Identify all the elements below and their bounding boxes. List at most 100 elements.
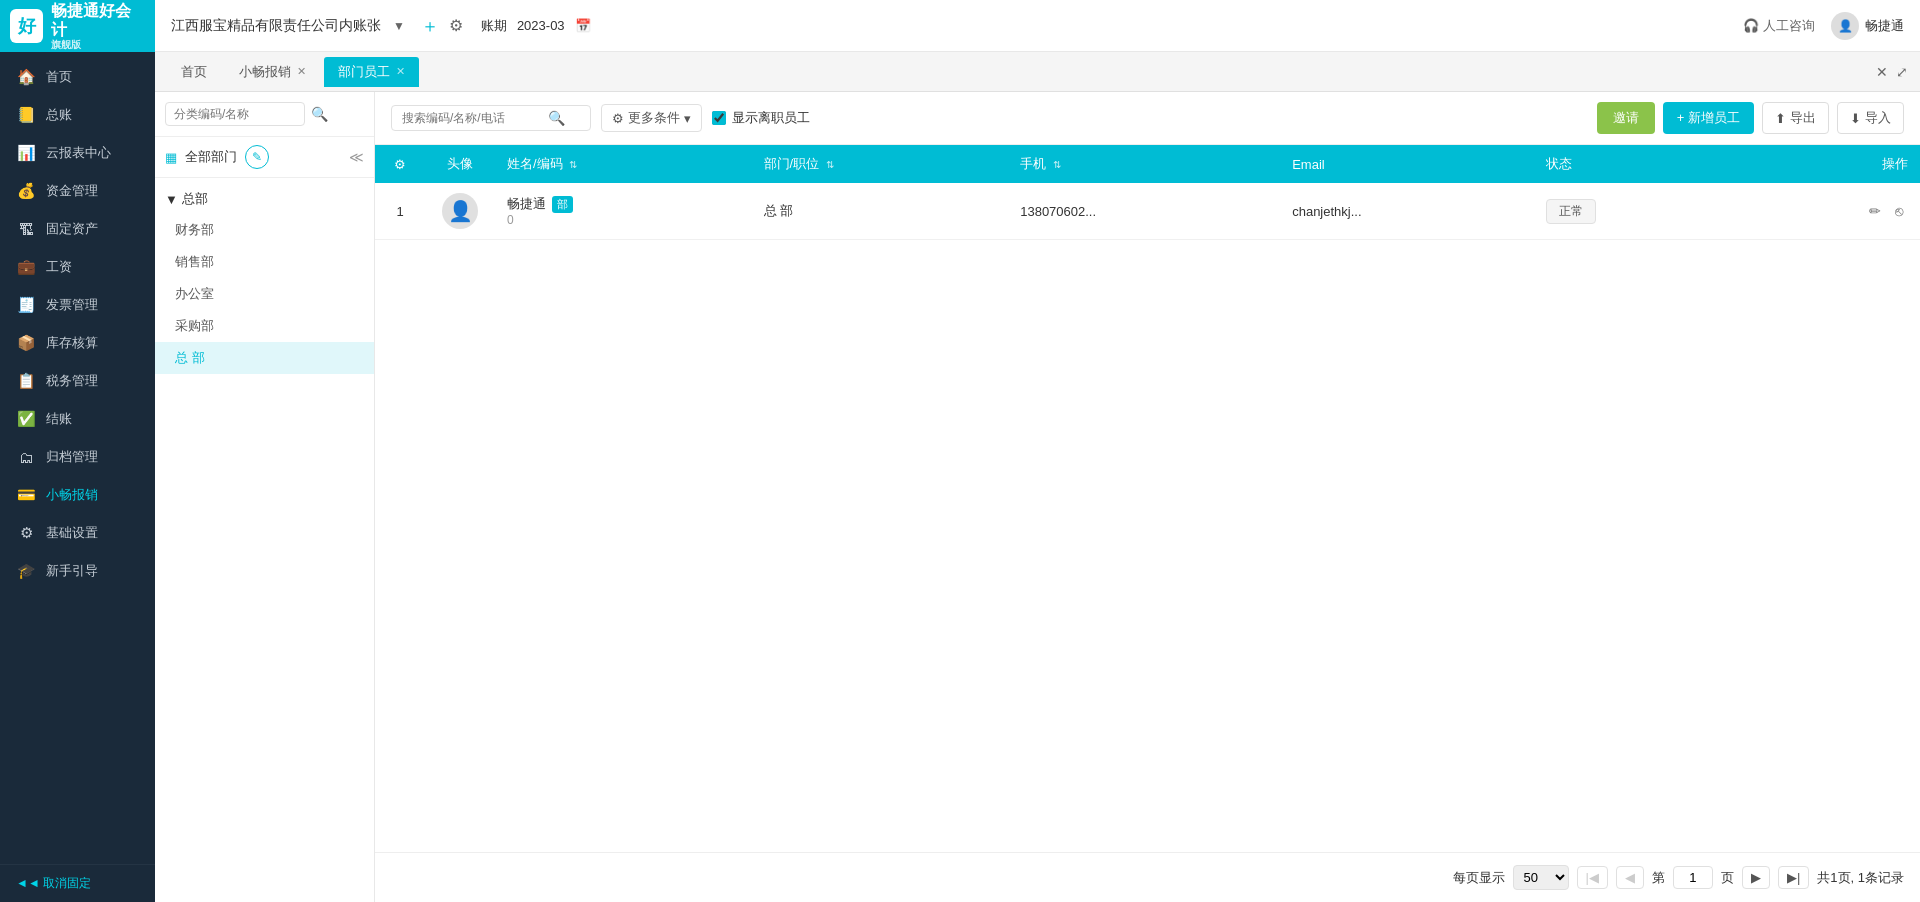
logout-employee-button[interactable]: ⎋ xyxy=(1890,201,1908,221)
show-resigned-checkbox[interactable] xyxy=(712,111,726,125)
per-page-label: 每页显示 xyxy=(1453,869,1505,887)
tab-expand-button[interactable]: ⤢ xyxy=(1896,64,1908,80)
xiao-chang-icon: 💳 xyxy=(16,486,36,504)
prev-page-button[interactable]: ◀ xyxy=(1616,866,1644,889)
col-phone[interactable]: 手机 ⇅ xyxy=(1008,145,1280,183)
period-label: 账期 xyxy=(481,17,507,35)
dept-header: ▦ 全部部门 ✎ ≪ xyxy=(155,137,374,178)
dept-search-icon[interactable]: 🔍 xyxy=(311,106,328,122)
employee-search-input[interactable] xyxy=(402,111,542,125)
avatar-image: 👤 xyxy=(442,193,478,229)
page-label: 第 xyxy=(1652,869,1665,887)
page-input[interactable] xyxy=(1673,866,1713,889)
dept-item-zongbu[interactable]: 总 部 xyxy=(155,342,374,374)
sidebar-item-reports[interactable]: 📊 云报表中心 xyxy=(0,134,155,172)
invoice-icon: 🧾 xyxy=(16,296,36,314)
employee-table-wrap: ⚙ 头像 姓名/编码 ⇅ 部门/职位 ⇅ 手机 xyxy=(375,145,1920,852)
department-panel: 🔍 ▦ 全部部门 ✎ ≪ ▼ 总部 财务部 销售部 xyxy=(155,92,375,902)
add-company-button[interactable]: ＋ xyxy=(421,14,439,38)
edit-employee-button[interactable]: ✏ xyxy=(1864,201,1886,221)
employee-search-icon[interactable]: 🔍 xyxy=(548,110,565,126)
sidebar-item-archive[interactable]: 🗂 归档管理 xyxy=(0,438,155,476)
invite-button[interactable]: 邀请 xyxy=(1597,102,1655,134)
headset-icon: 🎧 xyxy=(1743,18,1759,33)
sidebar-item-general-ledger[interactable]: 📒 总账 xyxy=(0,96,155,134)
employee-search-box: 🔍 xyxy=(391,105,591,131)
import-icon: ⬇ xyxy=(1850,111,1861,126)
reports-icon: 📊 xyxy=(16,144,36,162)
user-menu[interactable]: 👤 畅捷通 xyxy=(1831,12,1904,40)
tab-close-xiao-chang[interactable]: ✕ xyxy=(297,65,306,78)
col-email: Email xyxy=(1280,145,1534,183)
dept-collapse-button[interactable]: ≪ xyxy=(349,149,364,165)
logo-icon: 好 xyxy=(10,9,43,43)
export-button[interactable]: ⬆ 导出 xyxy=(1762,102,1829,134)
cell-avatar: 👤 xyxy=(425,183,495,240)
col-action: 操作 xyxy=(1736,145,1920,183)
settings-icon: ⚙ xyxy=(16,524,36,542)
tab-close-all-button[interactable]: ✕ xyxy=(1876,64,1888,80)
cell-index: 1 xyxy=(375,183,425,240)
col-avatar: 头像 xyxy=(425,145,495,183)
sidebar-item-invoice[interactable]: 🧾 发票管理 xyxy=(0,286,155,324)
tabs-actions: ✕ ⤢ xyxy=(1876,64,1908,80)
col-settings[interactable]: ⚙ xyxy=(375,145,425,183)
funds-icon: 💰 xyxy=(16,182,36,200)
inventory-icon: 📦 xyxy=(16,334,36,352)
calendar-icon[interactable]: 📅 xyxy=(575,18,591,33)
per-page-select[interactable]: 50 20 100 xyxy=(1513,865,1569,890)
archive-icon: 🗂 xyxy=(16,449,36,466)
import-button[interactable]: ⬇ 导入 xyxy=(1837,102,1904,134)
dept-item-xiaoshou[interactable]: 销售部 xyxy=(155,246,374,278)
dept-item-caigou[interactable]: 采购部 xyxy=(155,310,374,342)
toolbar-right: 邀请 + 新增员工 ⬆ 导出 ⬇ 导入 xyxy=(1597,102,1904,134)
dept-item-bangongshi[interactable]: 办公室 xyxy=(155,278,374,310)
employee-table: ⚙ 头像 姓名/编码 ⇅ 部门/职位 ⇅ 手机 xyxy=(375,145,1920,240)
tab-home[interactable]: 首页 xyxy=(167,57,221,87)
add-employee-button[interactable]: + 新增员工 xyxy=(1663,102,1754,134)
topbar-right: 🎧 人工咨询 👤 畅捷通 xyxy=(1743,12,1904,40)
sidebar-item-funds[interactable]: 💰 资金管理 xyxy=(0,172,155,210)
cell-phone: 138070602... xyxy=(1008,183,1280,240)
help-button[interactable]: 🎧 人工咨询 xyxy=(1743,17,1815,35)
phone-sort-icon: ⇅ xyxy=(1053,159,1061,170)
sidebar-item-home[interactable]: 🏠 首页 xyxy=(0,58,155,96)
logo-text: 畅捷通好会计 旗舰版 xyxy=(51,1,145,51)
settings-button[interactable]: ⚙ xyxy=(449,16,463,35)
col-dept[interactable]: 部门/职位 ⇅ xyxy=(752,145,1009,183)
sidebar-item-xiao-chang[interactable]: 💳 小畅报销 xyxy=(0,476,155,514)
topbar: 江西服宝精品有限责任公司内账张 ▼ ＋ ⚙ 账期 2023-03 📅 🎧 人工咨… xyxy=(155,0,1920,52)
tab-xiao-chang[interactable]: 小畅报销 ✕ xyxy=(225,57,320,87)
tabs-bar: 首页 小畅报销 ✕ 部门员工 ✕ ✕ ⤢ xyxy=(155,52,1920,92)
sidebar-item-guide[interactable]: 🎓 新手引导 xyxy=(0,552,155,590)
page-suffix: 页 xyxy=(1721,869,1734,887)
sidebar-item-tax[interactable]: 📋 税务管理 xyxy=(0,362,155,400)
sidebar-item-inventory[interactable]: 📦 库存核算 xyxy=(0,324,155,362)
tab-close-department[interactable]: ✕ xyxy=(396,65,405,78)
company-dropdown-icon[interactable]: ▼ xyxy=(393,19,405,33)
cell-email: chanjethkj... xyxy=(1280,183,1534,240)
dept-edit-button[interactable]: ✎ xyxy=(245,145,269,169)
unpin-button[interactable]: ◄◄ 取消固定 xyxy=(0,864,155,902)
dept-search-input[interactable] xyxy=(165,102,305,126)
dept-item-caiwu[interactable]: 财务部 xyxy=(155,214,374,246)
app-logo: 好 畅捷通好会计 旗舰版 xyxy=(0,0,155,52)
tab-department[interactable]: 部门员工 ✕ xyxy=(324,57,419,87)
content-area: 🔍 ▦ 全部部门 ✎ ≪ ▼ 总部 财务部 销售部 xyxy=(155,92,1920,902)
cell-dept: 总 部 xyxy=(752,183,1009,240)
dept-tree: ▼ 总部 财务部 销售部 办公室 采购部 总 部 xyxy=(155,178,374,902)
sidebar-item-salary[interactable]: 💼 工资 xyxy=(0,248,155,286)
first-page-button[interactable]: |◀ xyxy=(1577,866,1608,889)
sidebar-item-basic[interactable]: ⚙ 基础设置 xyxy=(0,514,155,552)
main-area: 江西服宝精品有限责任公司内账张 ▼ ＋ ⚙ 账期 2023-03 📅 🎧 人工咨… xyxy=(155,0,1920,902)
dept-badge: 部 xyxy=(552,196,573,213)
sidebar-item-fixed-assets[interactable]: 🏗 固定资产 xyxy=(0,210,155,248)
tax-icon: 📋 xyxy=(16,372,36,390)
last-page-button[interactable]: ▶| xyxy=(1778,866,1809,889)
next-page-button[interactable]: ▶ xyxy=(1742,866,1770,889)
company-name: 江西服宝精品有限责任公司内账张 xyxy=(171,17,381,35)
col-name[interactable]: 姓名/编码 ⇅ xyxy=(495,145,752,183)
filter-button[interactable]: ⚙ 更多条件 ▾ xyxy=(601,104,702,132)
sidebar: 好 畅捷通好会计 旗舰版 🏠 首页 📒 总账 📊 云报表中心 💰 资金管理 🏗 … xyxy=(0,0,155,902)
sidebar-item-close[interactable]: ✅ 结账 xyxy=(0,400,155,438)
